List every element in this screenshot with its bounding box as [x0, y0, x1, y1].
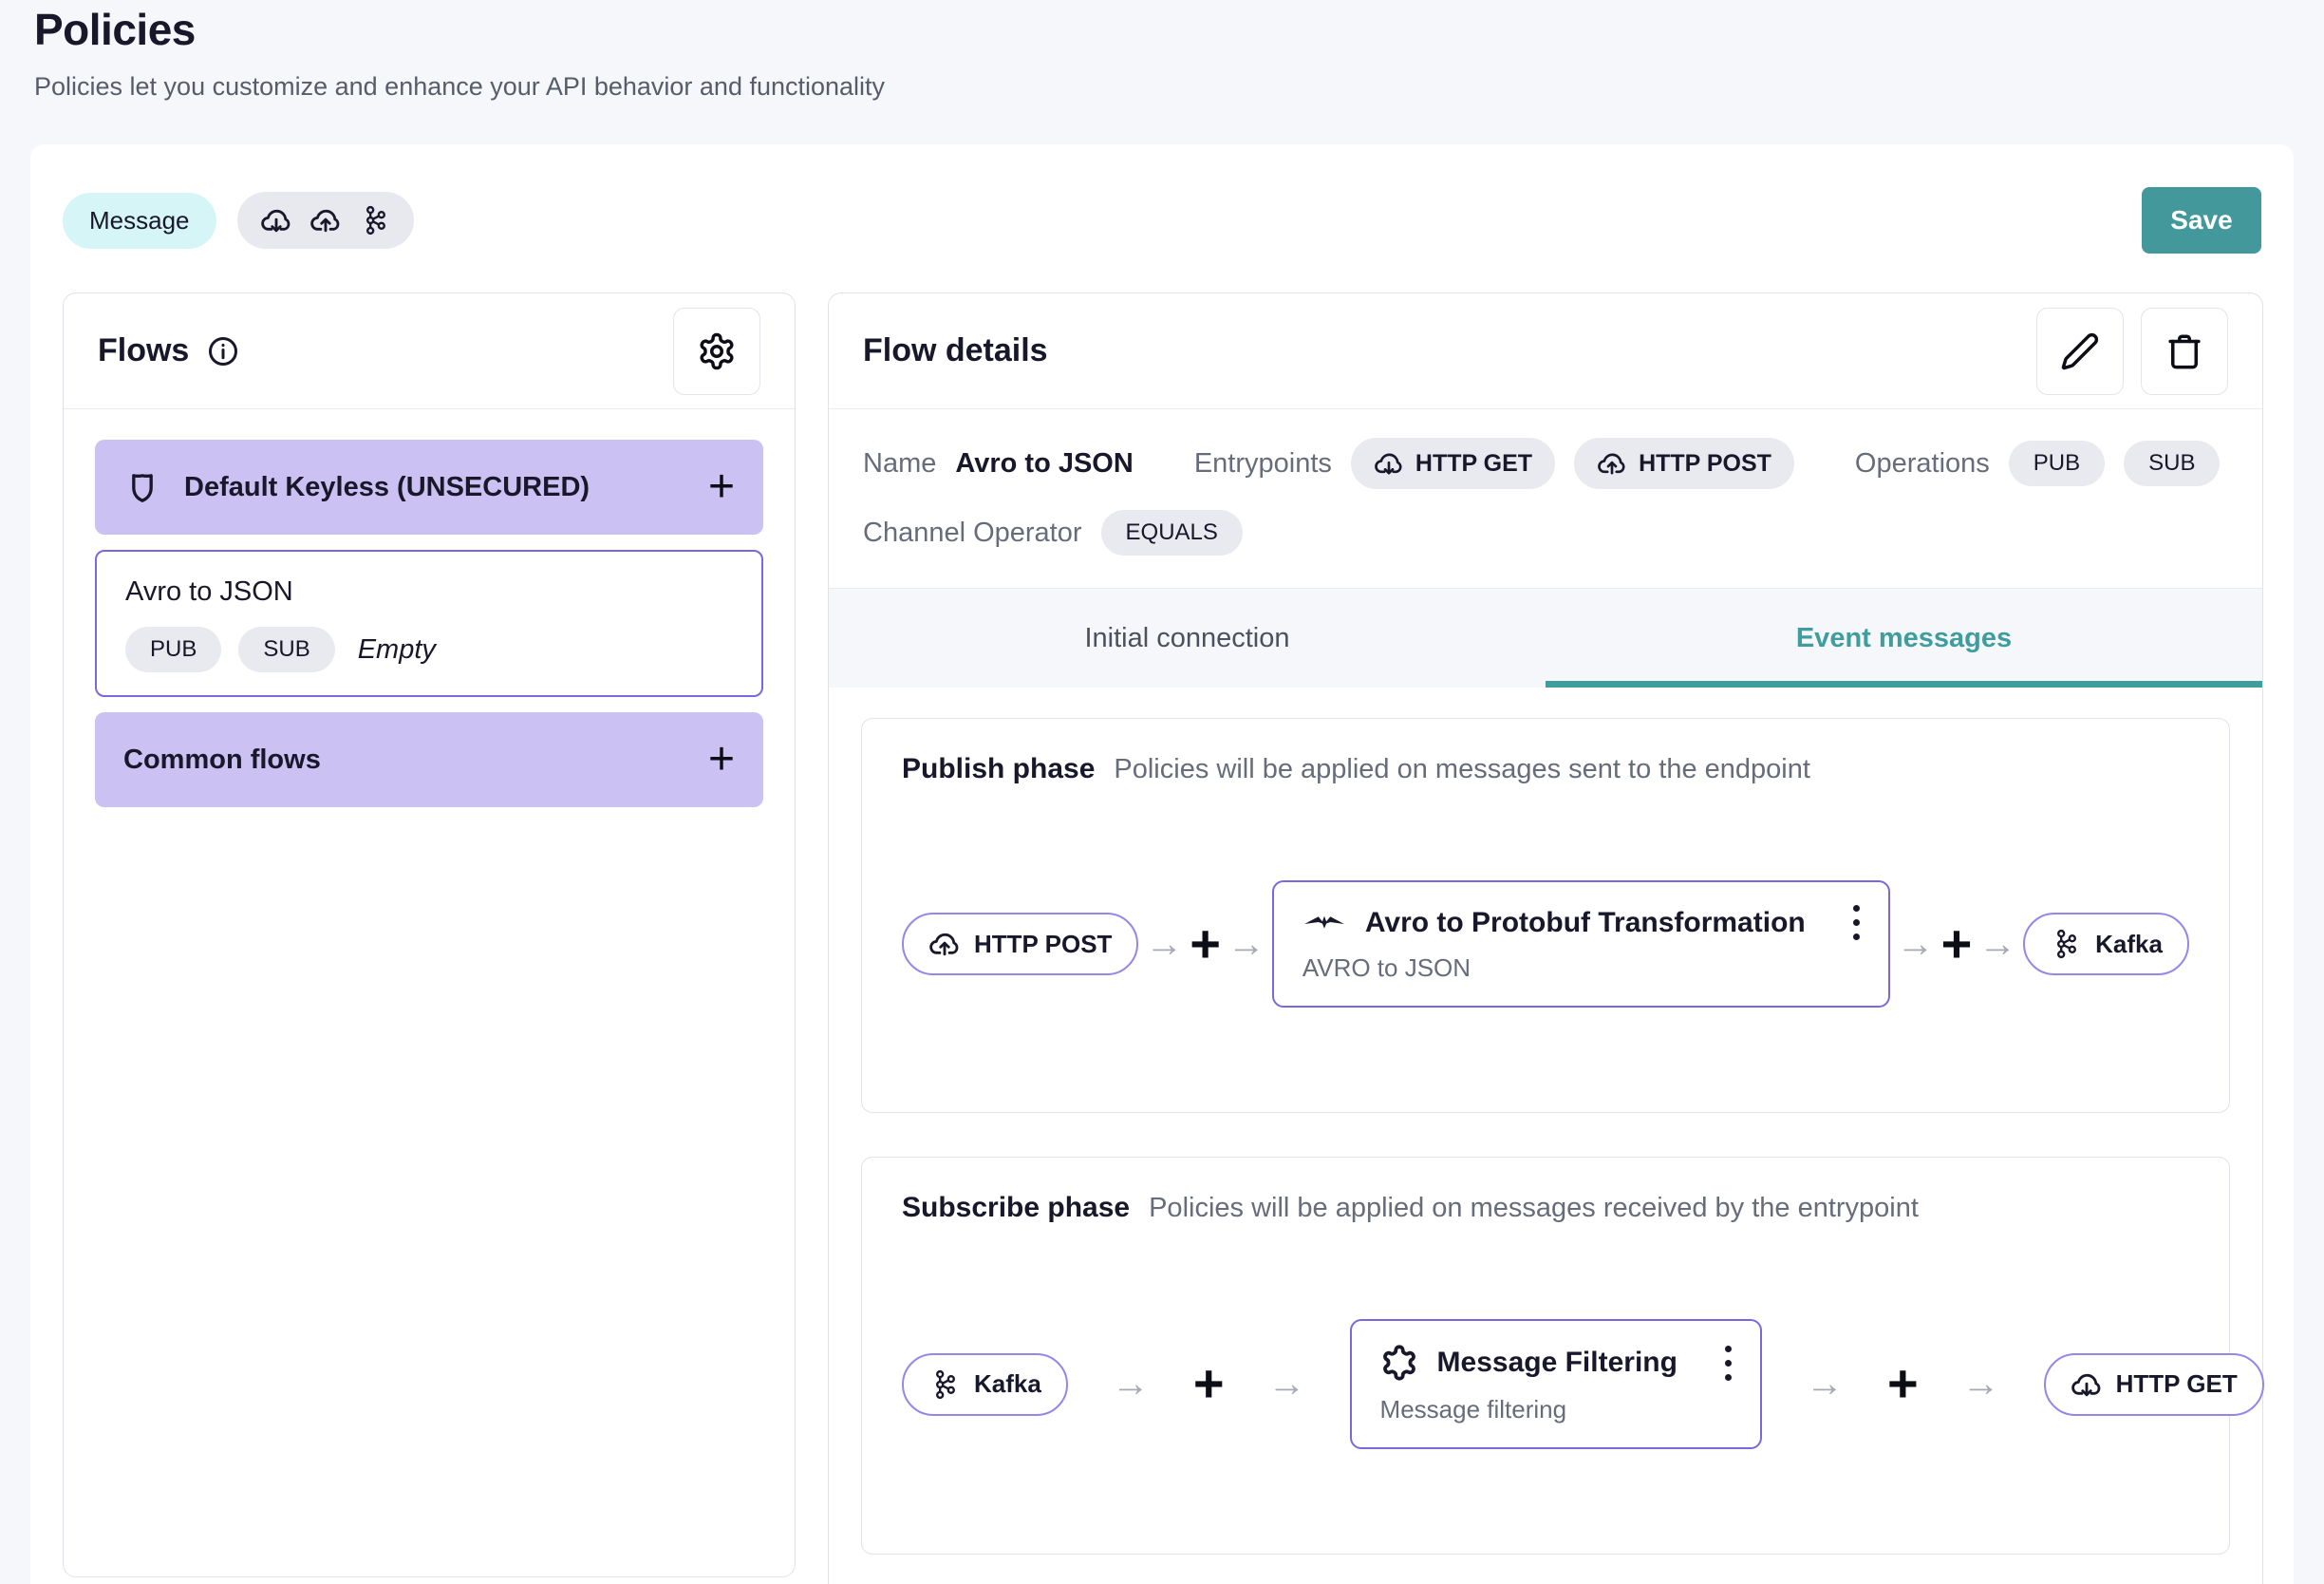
- entrypoint-label: HTTP POST: [1639, 450, 1771, 478]
- flow-details-panel: Flow details Name Avro to JSON Entrypoin…: [828, 292, 2263, 1584]
- page-subtitle: Policies let you customize and enhance y…: [34, 72, 885, 102]
- save-button[interactable]: Save: [2142, 187, 2261, 254]
- add-flow-button[interactable]: +: [708, 464, 735, 510]
- flow-condition-label: Empty: [358, 634, 436, 666]
- operation-chip-pub: PUB: [2009, 441, 2105, 486]
- tab-initial-connection[interactable]: Initial connection: [829, 589, 1546, 688]
- channel-operator-value-chip: EQUALS: [1101, 510, 1243, 556]
- kafka-icon: [928, 1368, 961, 1401]
- policy-description: AVRO to JSON: [1303, 953, 1860, 983]
- name-value: Avro to JSON: [955, 448, 1133, 480]
- name-label: Name: [863, 448, 936, 480]
- common-flows-label: Common flows: [123, 745, 321, 776]
- add-policy-button[interactable]: +: [1190, 923, 1221, 966]
- operation-chip-sub: SUB: [2124, 441, 2220, 486]
- cloud-upload-icon: [309, 204, 342, 236]
- publish-policy-chain: HTTP POST → + → Avro to Protobuf Transfo…: [902, 880, 2189, 1008]
- edit-flow-button[interactable]: [2036, 308, 2124, 395]
- cloud-upload-icon: [1597, 448, 1627, 479]
- operations-label: Operations: [1855, 448, 1990, 480]
- policy-studio-page: Policies Policies let you customize and …: [0, 0, 2324, 1584]
- flow-arrow-icon: →: [1897, 923, 1935, 966]
- shield-icon: [123, 468, 161, 506]
- flows-title: Flows: [98, 332, 189, 369]
- add-common-flow-button[interactable]: +: [708, 737, 735, 783]
- flow-plan-default-keyless[interactable]: Default Keyless (UNSECURED) +: [95, 440, 763, 535]
- flows-settings-button[interactable]: [673, 308, 760, 395]
- endpoint-node-kafka: Kafka: [2023, 913, 2189, 975]
- subscribe-policy-chain: Kafka → + → Message Filtering: [902, 1319, 2189, 1449]
- flow-name: Avro to JSON: [125, 576, 733, 608]
- flow-arrow-icon: →: [1228, 923, 1265, 966]
- connector-summary-pill: [237, 192, 414, 249]
- flow-arrow-icon: →: [1806, 1363, 1844, 1405]
- policy-description: Message filtering: [1380, 1395, 1732, 1424]
- cog-policy-icon: [1380, 1344, 1418, 1382]
- trash-icon: [2165, 331, 2204, 371]
- channel-operator-label: Channel Operator: [863, 518, 1082, 549]
- flow-details-header: Flow details: [829, 293, 2262, 409]
- flow-arrow-icon: →: [1962, 1363, 2000, 1405]
- cloud-download-icon: [1374, 448, 1404, 479]
- pub-badge: PUB: [125, 627, 221, 672]
- policy-name: Message Filtering: [1437, 1347, 1677, 1379]
- publish-phase-card: Publish phase Policies will be applied o…: [861, 718, 2230, 1113]
- flow-group-common-flows[interactable]: Common flows +: [95, 712, 763, 807]
- endpoint-node-kafka: Kafka: [902, 1353, 1068, 1416]
- policy-name: Avro to Protobuf Transformation: [1365, 907, 1806, 939]
- entrypoint-node-http-post: HTTP POST: [902, 913, 1138, 975]
- flows-panel: Flows Default Keyless (UNSECURED) +: [63, 292, 796, 1577]
- entrypoints-label: Entrypoints: [1194, 448, 1332, 480]
- flow-plan-label: Default Keyless (UNSECURED): [184, 472, 590, 503]
- flow-arrow-icon: →: [1145, 923, 1183, 966]
- flow-details-title: Flow details: [863, 332, 1048, 369]
- flow-item-selected[interactable]: Avro to JSON PUB SUB Empty: [95, 550, 763, 697]
- add-policy-button[interactable]: +: [1193, 1363, 1225, 1405]
- add-policy-button[interactable]: +: [1941, 923, 1973, 966]
- subscribe-phase-card: Subscribe phase Policies will be applied…: [861, 1157, 2230, 1555]
- cloud-download-icon: [2071, 1368, 2103, 1401]
- gear-icon: [697, 331, 737, 371]
- flows-list: Default Keyless (UNSECURED) + Avro to JS…: [64, 409, 795, 838]
- policy-menu-button[interactable]: [1825, 905, 1860, 940]
- connector-label: HTTP POST: [974, 930, 1112, 959]
- subscribe-phase-description: Policies will be applied on messages rec…: [1149, 1193, 1919, 1224]
- policy-menu-button[interactable]: [1696, 1346, 1732, 1381]
- connector-label: Kafka: [2095, 930, 2163, 959]
- entrypoint-node-http-get: HTTP GET: [2044, 1353, 2264, 1416]
- publish-phase-title: Publish phase: [902, 753, 1095, 785]
- flows-panel-header: Flows: [64, 293, 795, 409]
- studio-toolbar: Message Save: [63, 186, 2261, 255]
- page-title: Policies: [34, 4, 196, 55]
- api-type-badge: Message: [63, 193, 216, 249]
- phase-tabs: Initial connection Event messages: [829, 589, 2262, 688]
- sub-badge: SUB: [238, 627, 334, 672]
- entrypoint-chip-http-post: HTTP POST: [1574, 438, 1794, 489]
- phase-content: Publish phase Policies will be applied o…: [829, 688, 2262, 1584]
- tab-event-messages[interactable]: Event messages: [1546, 589, 2262, 688]
- entrypoint-label: HTTP GET: [1415, 450, 1532, 478]
- pencil-icon: [2060, 331, 2100, 371]
- flow-meta: Name Avro to JSON Entrypoints HTTP GET H…: [829, 409, 2262, 589]
- publish-phase-description: Policies will be applied on messages sen…: [1114, 754, 1810, 785]
- flow-arrow-icon: →: [1112, 1363, 1150, 1405]
- cloud-upload-icon: [928, 928, 961, 960]
- flow-arrow-icon: →: [1978, 923, 2016, 966]
- add-policy-button[interactable]: +: [1887, 1363, 1919, 1405]
- policy-studio-container: Message Save Flows: [30, 144, 2294, 1584]
- info-icon[interactable]: [206, 334, 240, 368]
- subscribe-phase-title: Subscribe phase: [902, 1192, 1130, 1224]
- connector-label: HTTP GET: [2116, 1369, 2238, 1399]
- kafka-icon: [2050, 928, 2082, 960]
- avro-icon: [1303, 913, 1346, 933]
- cloud-download-icon: [260, 204, 292, 236]
- delete-flow-button[interactable]: [2141, 308, 2228, 395]
- connector-label: Kafka: [974, 1369, 1041, 1399]
- policy-step-avro-to-protobuf[interactable]: Avro to Protobuf Transformation AVRO to …: [1272, 880, 1890, 1008]
- policy-step-message-filtering[interactable]: Message Filtering Message filtering: [1350, 1319, 1762, 1449]
- kafka-icon: [359, 204, 391, 236]
- flow-arrow-icon: →: [1268, 1363, 1306, 1405]
- entrypoint-chip-http-get: HTTP GET: [1351, 438, 1555, 489]
